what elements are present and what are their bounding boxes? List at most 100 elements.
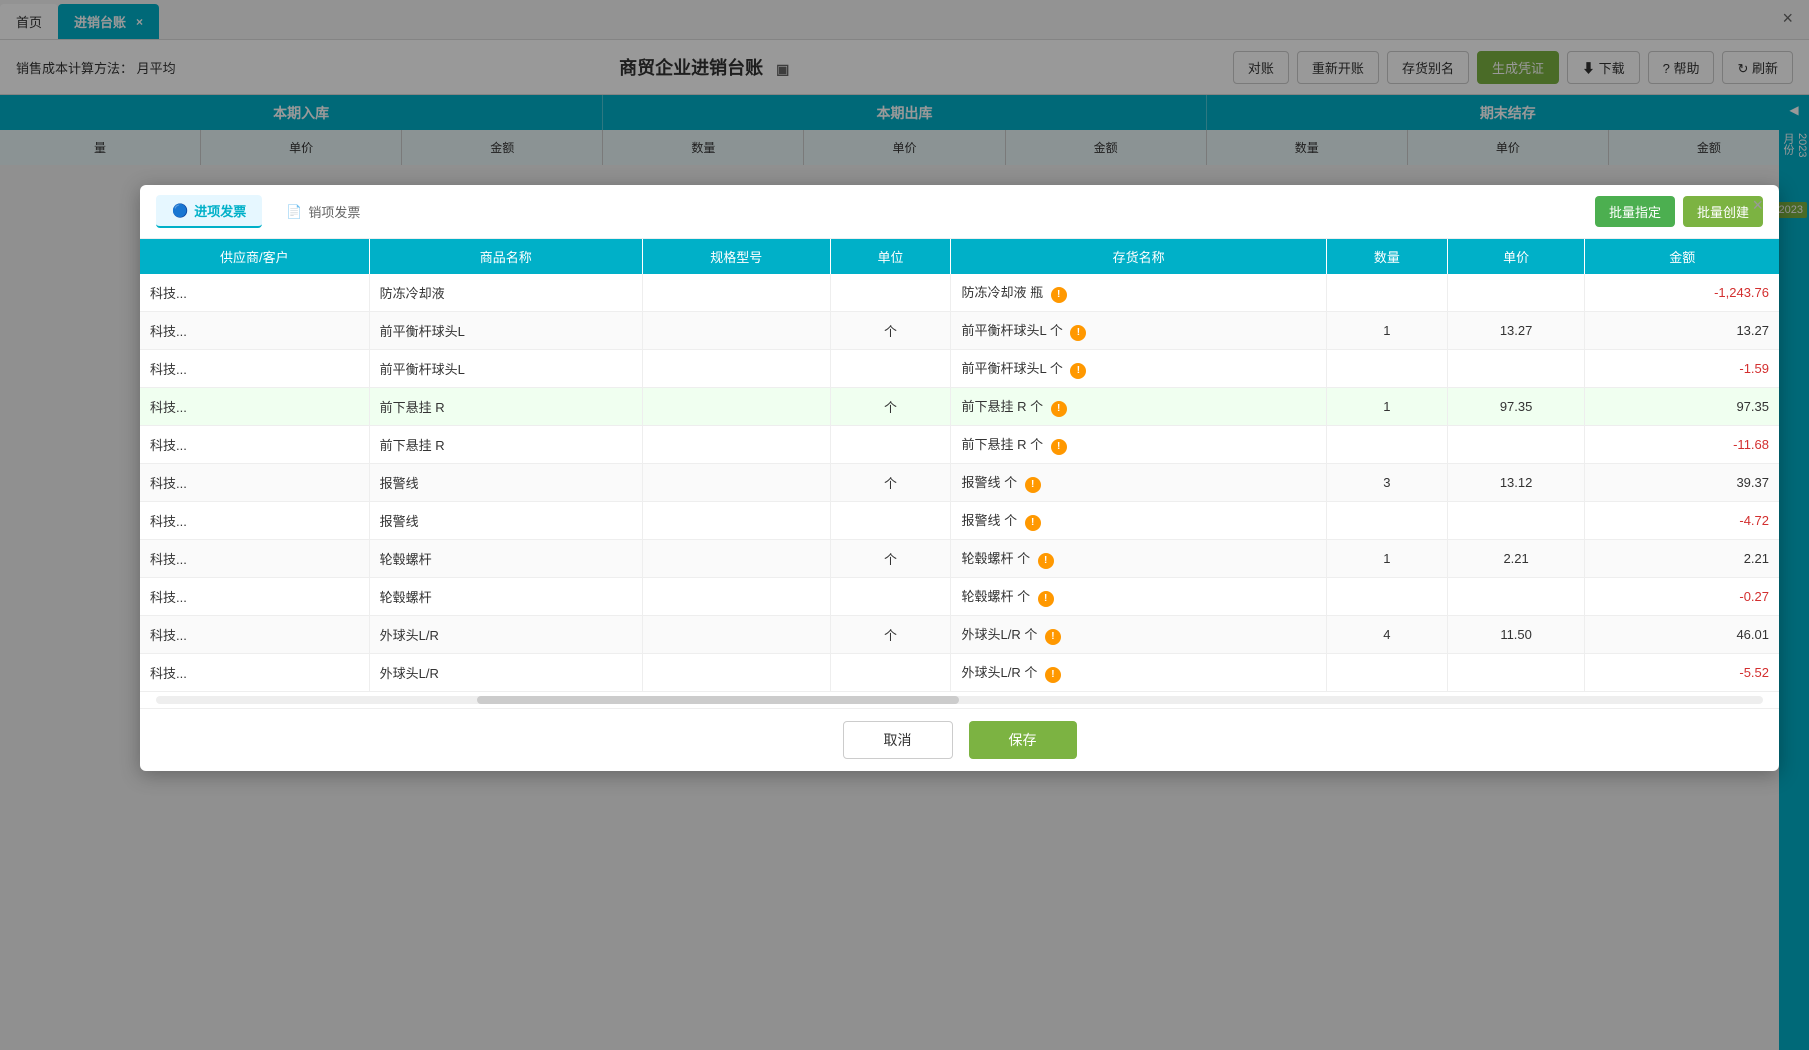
cell-spec: [642, 616, 830, 654]
cell-price: 97.35: [1447, 388, 1585, 426]
tab-outgoing[interactable]: 📄 销项发票: [270, 196, 376, 227]
cell-unit: 个: [830, 616, 951, 654]
cell-amount: -0.27: [1585, 578, 1779, 616]
table-header-row: 供应商/客户 商品名称 规格型号 单位 存货名称 数量 单价 金额: [140, 239, 1779, 274]
cell-qty: 3: [1326, 464, 1447, 502]
cell-inventory: 外球头L/R 个 !: [951, 654, 1326, 692]
cell-qty: [1326, 578, 1447, 616]
cell-inventory: 防冻冷却液 瓶 !: [951, 274, 1326, 312]
cell-inventory: 轮毂螺杆 个 !: [951, 578, 1326, 616]
cell-inventory: 前平衡杆球头L 个 !: [951, 350, 1326, 388]
dialog-header: 🔵 进项发票 📄 销项发票 批量指定 批量创建 ×: [140, 185, 1779, 239]
cell-spec: [642, 388, 830, 426]
batch-assign-button[interactable]: 批量指定: [1595, 196, 1675, 227]
cell-unit: 个: [830, 388, 951, 426]
warning-icon: !: [1051, 287, 1067, 303]
cell-amount: 2.21: [1585, 540, 1779, 578]
cell-spec: [642, 426, 830, 464]
incoming-icon: 🔵: [172, 203, 188, 219]
cell-price: [1447, 502, 1585, 540]
th-supplier: 供应商/客户: [140, 239, 369, 274]
outgoing-icon: 📄: [286, 204, 302, 220]
cell-inventory: 前下悬挂 R 个 !: [951, 426, 1326, 464]
table-row[interactable]: 科技... 外球头L/R 外球头L/R 个 ! -5.52: [140, 654, 1779, 692]
cell-amount: 39.37: [1585, 464, 1779, 502]
cell-qty: [1326, 274, 1447, 312]
cell-inventory: 前平衡杆球头L 个 !: [951, 312, 1326, 350]
table-row[interactable]: 科技... 前下悬挂 R 个 前下悬挂 R 个 ! 1 97.35 97.35: [140, 388, 1779, 426]
cell-unit: [830, 350, 951, 388]
cell-qty: 1: [1326, 312, 1447, 350]
cell-spec: [642, 274, 830, 312]
th-spec: 规格型号: [642, 239, 830, 274]
cell-amount: 97.35: [1585, 388, 1779, 426]
table-row[interactable]: 科技... 外球头L/R 个 外球头L/R 个 ! 4 11.50 46.01: [140, 616, 1779, 654]
batch-create-button[interactable]: 批量创建: [1683, 196, 1763, 227]
cell-price: [1447, 426, 1585, 464]
cell-supplier: 科技...: [140, 426, 369, 464]
dialog-actions: 批量指定 批量创建: [1595, 196, 1763, 227]
cell-supplier: 科技...: [140, 350, 369, 388]
cell-spec: [642, 502, 830, 540]
cell-inventory: 报警线 个 !: [951, 502, 1326, 540]
cell-product: 报警线: [369, 502, 642, 540]
cell-supplier: 科技...: [140, 312, 369, 350]
cell-amount: -5.52: [1585, 654, 1779, 692]
table-row[interactable]: 科技... 报警线 个 报警线 个 ! 3 13.12 39.37: [140, 464, 1779, 502]
table-row[interactable]: 科技... 报警线 报警线 个 ! -4.72: [140, 502, 1779, 540]
th-qty: 数量: [1326, 239, 1447, 274]
cell-product: 前下悬挂 R: [369, 388, 642, 426]
warning-icon: !: [1051, 439, 1067, 455]
table-row[interactable]: 科技... 防冻冷却液 防冻冷却液 瓶 ! -1,243.76: [140, 274, 1779, 312]
warning-icon: !: [1045, 629, 1061, 645]
save-button[interactable]: 保存: [969, 721, 1077, 759]
warning-icon: !: [1051, 401, 1067, 417]
table-row[interactable]: 科技... 前下悬挂 R 前下悬挂 R 个 ! -11.68: [140, 426, 1779, 464]
cell-spec: [642, 350, 830, 388]
cell-product: 外球头L/R: [369, 654, 642, 692]
cell-product: 前下悬挂 R: [369, 426, 642, 464]
warning-icon: !: [1070, 325, 1086, 341]
cell-unit: 个: [830, 312, 951, 350]
cell-unit: [830, 578, 951, 616]
cell-product: 报警线: [369, 464, 642, 502]
cell-unit: [830, 274, 951, 312]
table-row[interactable]: 科技... 轮毂螺杆 轮毂螺杆 个 ! -0.27: [140, 578, 1779, 616]
th-inventory: 存货名称: [951, 239, 1326, 274]
cell-supplier: 科技...: [140, 654, 369, 692]
incoming-tab-label: 进项发票: [194, 201, 246, 220]
cell-qty: [1326, 350, 1447, 388]
cell-supplier: 科技...: [140, 540, 369, 578]
cell-price: [1447, 654, 1585, 692]
dialog-footer: 取消 保存: [140, 708, 1779, 771]
cancel-button[interactable]: 取消: [843, 721, 953, 759]
cell-supplier: 科技...: [140, 616, 369, 654]
cell-unit: [830, 426, 951, 464]
cell-price: 13.27: [1447, 312, 1585, 350]
warning-icon: !: [1025, 515, 1041, 531]
cell-unit: 个: [830, 540, 951, 578]
cell-product: 前平衡杆球头L: [369, 350, 642, 388]
invoice-table: 供应商/客户 商品名称 规格型号 单位 存货名称 数量 单价 金额 科技... …: [140, 239, 1779, 692]
cell-price: 13.12: [1447, 464, 1585, 502]
invoice-table-container[interactable]: 供应商/客户 商品名称 规格型号 单位 存货名称 数量 单价 金额 科技... …: [140, 239, 1779, 692]
table-row[interactable]: 科技... 前平衡杆球头L 前平衡杆球头L 个 ! -1.59: [140, 350, 1779, 388]
cell-spec: [642, 540, 830, 578]
cell-qty: 4: [1326, 616, 1447, 654]
scroll-indicator[interactable]: [156, 696, 1763, 704]
cell-amount: -1.59: [1585, 350, 1779, 388]
tab-incoming[interactable]: 🔵 进项发票: [156, 195, 262, 228]
table-row[interactable]: 科技... 前平衡杆球头L 个 前平衡杆球头L 个 ! 1 13.27 13.2…: [140, 312, 1779, 350]
th-price: 单价: [1447, 239, 1585, 274]
cell-supplier: 科技...: [140, 464, 369, 502]
cell-inventory: 报警线 个 !: [951, 464, 1326, 502]
cell-price: [1447, 274, 1585, 312]
cell-spec: [642, 654, 830, 692]
table-row[interactable]: 科技... 轮毂螺杆 个 轮毂螺杆 个 ! 1 2.21 2.21: [140, 540, 1779, 578]
cell-amount: -1,243.76: [1585, 274, 1779, 312]
cell-unit: [830, 654, 951, 692]
warning-icon: !: [1038, 553, 1054, 569]
outgoing-tab-label: 销项发票: [308, 202, 360, 221]
dialog-close-button[interactable]: ×: [1752, 195, 1763, 216]
cell-qty: [1326, 502, 1447, 540]
